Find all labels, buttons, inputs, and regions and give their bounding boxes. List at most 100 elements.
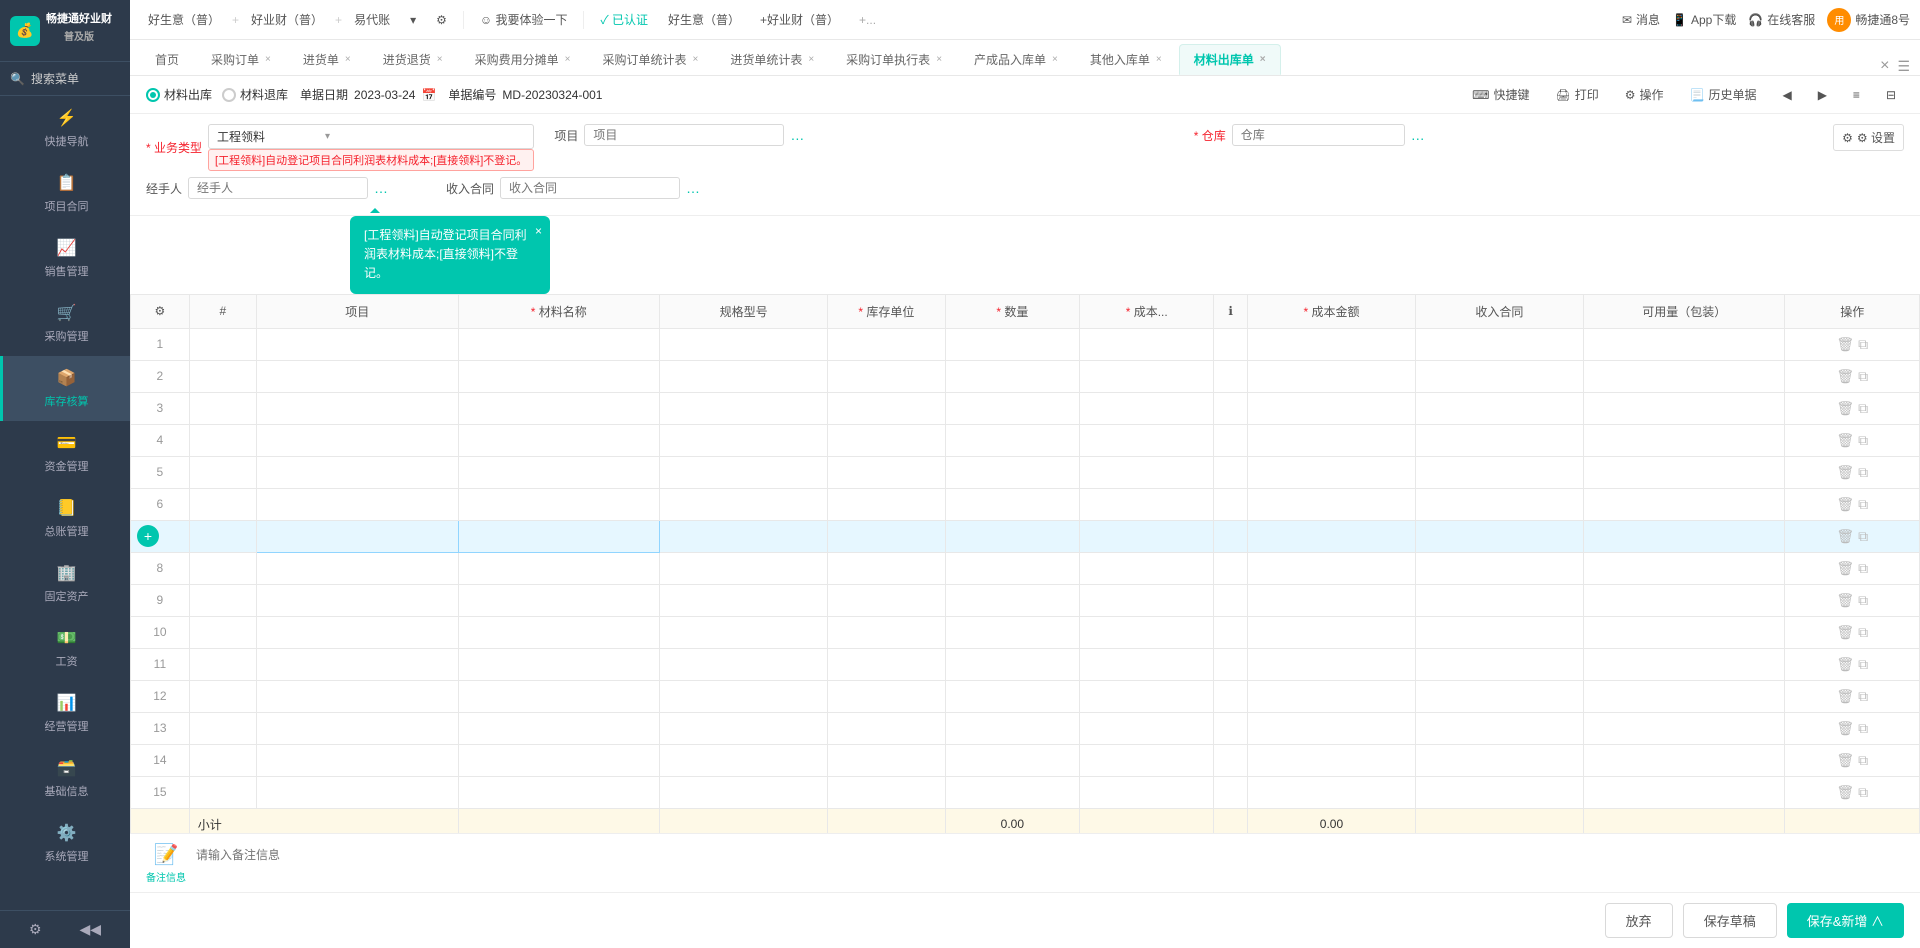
row-4-delete-btn[interactable]: 🗑 xyxy=(1836,432,1854,449)
project-input[interactable] xyxy=(584,124,784,146)
row-2-contract[interactable] xyxy=(1415,360,1583,392)
topbar-experience[interactable]: ☺ 我要体验一下 xyxy=(472,7,576,32)
project-dots-btn[interactable]: … xyxy=(790,127,804,143)
tab-product-inbound[interactable]: 产成品入库单 × xyxy=(959,44,1073,75)
row-2-cost-amt[interactable] xyxy=(1247,360,1415,392)
row-13-copy-btn[interactable]: ⧉ xyxy=(1858,720,1868,737)
print-btn[interactable]: 🖨 打印 xyxy=(1547,82,1606,107)
row-1-avail[interactable] xyxy=(1583,328,1785,360)
tab-inbound-stat-close[interactable]: × xyxy=(808,54,814,65)
sidebar-item-project[interactable]: 📋 项目合同 xyxy=(0,161,130,226)
tab-material-outbound[interactable]: 材料出库单 × xyxy=(1179,44,1281,75)
tab-inbound-return-close[interactable]: × xyxy=(437,54,443,65)
row-1-cost-amt[interactable] xyxy=(1247,328,1415,360)
row-7-copy-btn[interactable]: ⧉ xyxy=(1858,528,1868,545)
row-5-delete-btn[interactable]: 🗑 xyxy=(1836,464,1854,481)
row-1-material[interactable] xyxy=(458,328,660,360)
row-1-qty[interactable] xyxy=(945,328,1079,360)
tab-purchase-exec[interactable]: 采购订单执行表 × xyxy=(831,44,957,75)
row-2-material[interactable] xyxy=(458,360,660,392)
sidebar-item-operations[interactable]: 📊 经营管理 xyxy=(0,681,130,746)
tab-purchase-expense-close[interactable]: × xyxy=(565,54,571,65)
tooltip-close-btn[interactable]: × xyxy=(535,222,542,241)
tab-inbound-close[interactable]: × xyxy=(345,54,351,65)
biz-type-select[interactable]: 工程领料 ▾ xyxy=(208,124,534,149)
tab-inbound-return[interactable]: 进货退货 × xyxy=(368,44,458,75)
sidebar-item-accounting[interactable]: 📒 总账管理 xyxy=(0,486,130,551)
tab-product-inbound-close[interactable]: × xyxy=(1052,54,1058,65)
topbar-good-biz2[interactable]: 好生意（普） xyxy=(660,7,748,32)
tab-purchase-exec-close[interactable]: × xyxy=(936,54,942,65)
notes-input[interactable] xyxy=(196,842,1904,868)
sidebar-item-inventory[interactable]: 📦 库存核算 xyxy=(0,356,130,421)
income-contract-dots-btn[interactable]: … xyxy=(686,180,700,196)
row-1-copy-btn[interactable]: ⧉ xyxy=(1858,336,1868,353)
sidebar-search[interactable]: 🔍 搜索菜单 xyxy=(0,62,130,96)
row-12-copy-btn[interactable]: ⧉ xyxy=(1858,688,1868,705)
row-2-cost[interactable] xyxy=(1080,360,1214,392)
handler-dots-btn[interactable]: … xyxy=(374,180,388,196)
radio-return[interactable]: 材料退库 xyxy=(222,86,288,103)
row-1-cost[interactable] xyxy=(1080,328,1214,360)
tab-other-inbound-close[interactable]: × xyxy=(1156,54,1162,65)
warehouse-dots-btn[interactable]: … xyxy=(1411,127,1425,143)
topbar-user[interactable]: 用 畅捷通8号 xyxy=(1827,8,1910,32)
row-15-copy-btn[interactable]: ⧉ xyxy=(1858,784,1868,801)
row-8-copy-btn[interactable]: ⧉ xyxy=(1858,560,1868,577)
row-5-copy-btn[interactable]: ⧉ xyxy=(1858,464,1868,481)
row-2-avail[interactable] xyxy=(1583,360,1785,392)
view-grid-btn[interactable]: ⊟ xyxy=(1878,84,1904,106)
sidebar-item-basic[interactable]: 🗃️ 基础信息 xyxy=(0,746,130,811)
row-1-contract[interactable] xyxy=(1415,328,1583,360)
sidebar-item-assets[interactable]: 🏢 固定资产 xyxy=(0,551,130,616)
col-header-settings[interactable]: ⚙ xyxy=(131,294,190,328)
tab-other-inbound[interactable]: 其他入库单 × xyxy=(1075,44,1177,75)
sidebar-collapse-btn[interactable]: ◀◀ xyxy=(79,921,101,938)
history-btn[interactable]: 📃 历史单据 xyxy=(1681,82,1764,107)
topbar-more-btn[interactable]: ▾ xyxy=(402,9,424,31)
row-8-delete-btn[interactable]: 🗑 xyxy=(1836,560,1854,577)
add-row-btn[interactable]: + xyxy=(137,525,159,547)
save-new-btn[interactable]: 保存&新增 ∧ xyxy=(1787,903,1904,938)
tab-close-all[interactable]: × xyxy=(1880,57,1889,75)
save-draft-btn[interactable]: 保存草稿 xyxy=(1683,903,1777,938)
tab-material-outbound-close[interactable]: × xyxy=(1260,54,1266,65)
tab-purchase-order-close[interactable]: × xyxy=(265,54,271,65)
topbar-certified[interactable]: ✓ 已认证 xyxy=(592,7,656,32)
topbar-online-service[interactable]: 🎧 在线客服 xyxy=(1748,11,1815,28)
settings-btn[interactable]: ⚙ ⚙ 设置 xyxy=(1833,124,1904,151)
warehouse-input[interactable] xyxy=(1232,124,1405,146)
handler-input[interactable] xyxy=(188,177,368,199)
income-contract-input[interactable] xyxy=(500,177,680,199)
topbar-good-biz[interactable]: 好生意（普） xyxy=(140,7,228,32)
row-2-qty[interactable] xyxy=(945,360,1079,392)
row-15-delete-btn[interactable]: 🗑 xyxy=(1836,784,1854,801)
row-2-delete-btn[interactable]: 🗑 xyxy=(1836,368,1854,385)
topbar-settings-icon[interactable]: ⚙ xyxy=(428,9,455,31)
row-14-delete-btn[interactable]: 🗑 xyxy=(1836,752,1854,769)
calendar-icon[interactable]: 📅 xyxy=(421,88,436,102)
sidebar-item-purchase[interactable]: 🛒 采购管理 xyxy=(0,291,130,356)
row-9-delete-btn[interactable]: 🗑 xyxy=(1836,592,1854,609)
row-6-copy-btn[interactable]: ⧉ xyxy=(1858,496,1868,513)
row-1-delete-btn[interactable]: 🗑 xyxy=(1836,336,1854,353)
row-2-project[interactable] xyxy=(256,360,458,392)
row-2-unit[interactable] xyxy=(828,360,946,392)
radio-outbound[interactable]: 材料出库 xyxy=(146,86,212,103)
tab-purchase-order[interactable]: 采购订单 × xyxy=(196,44,286,75)
tab-purchase-expense[interactable]: 采购费用分摊单 × xyxy=(460,44,586,75)
topbar-good-finance[interactable]: 好业财（普） xyxy=(243,7,331,32)
row-1-project[interactable] xyxy=(256,328,458,360)
row-10-delete-btn[interactable]: 🗑 xyxy=(1836,624,1854,641)
topbar-more-dots[interactable]: +... xyxy=(851,9,884,31)
row-12-delete-btn[interactable]: 🗑 xyxy=(1836,688,1854,705)
row-3-delete-btn[interactable]: 🗑 xyxy=(1836,400,1854,417)
row-1-unit[interactable] xyxy=(828,328,946,360)
row-2-spec[interactable] xyxy=(660,360,828,392)
tab-inbound-stat[interactable]: 进货单统计表 × xyxy=(715,44,829,75)
tab-inbound[interactable]: 进货单 × xyxy=(288,44,366,75)
row-3-copy-btn[interactable]: ⧉ xyxy=(1858,400,1868,417)
row-10-copy-btn[interactable]: ⧉ xyxy=(1858,624,1868,641)
row-13-delete-btn[interactable]: 🗑 xyxy=(1836,720,1854,737)
prev-doc-btn[interactable]: ◀ xyxy=(1774,84,1799,106)
